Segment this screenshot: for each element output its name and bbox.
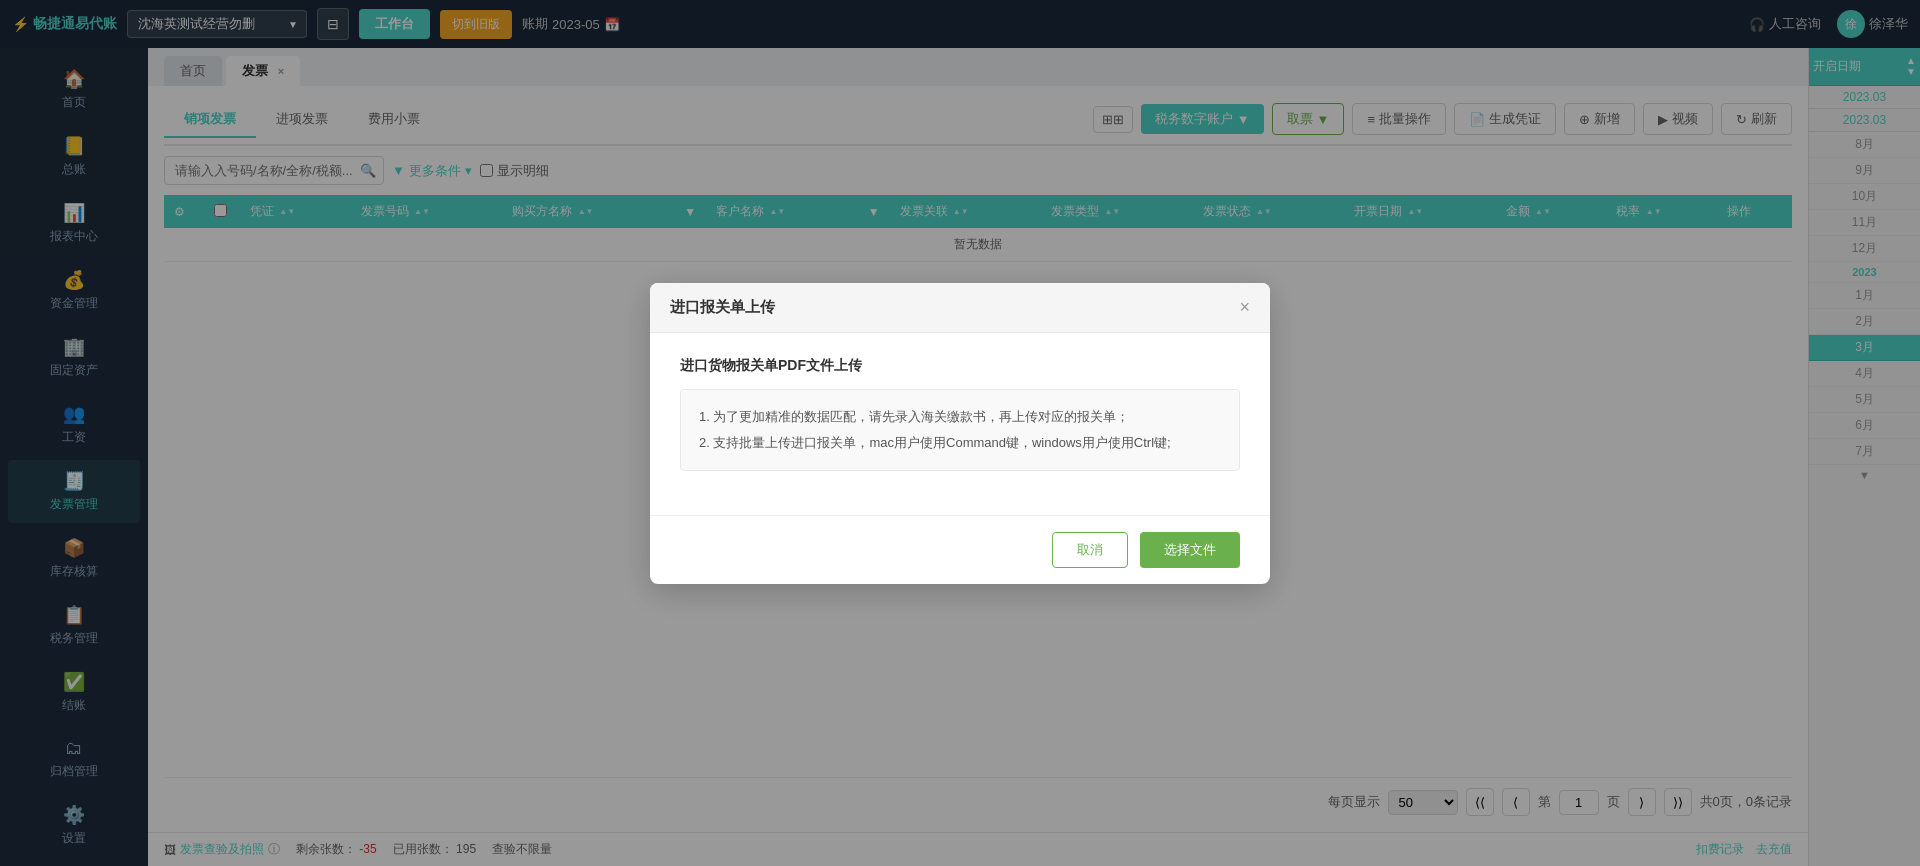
modal-section-title: 进口货物报关单PDF文件上传	[680, 357, 1240, 375]
modal-body: 进口货物报关单PDF文件上传 1. 为了更加精准的数据匹配，请先录入海关缴款书，…	[650, 333, 1270, 515]
modal-header: 进口报关单上传 ×	[650, 283, 1270, 333]
modal-title: 进口报关单上传	[670, 298, 775, 317]
import-customs-modal: 进口报关单上传 × 进口货物报关单PDF文件上传 1. 为了更加精准的数据匹配，…	[650, 283, 1270, 584]
modal-close-button[interactable]: ×	[1239, 297, 1250, 318]
modal-footer: 取消 选择文件	[650, 515, 1270, 584]
modal-select-file-button[interactable]: 选择文件	[1140, 532, 1240, 568]
modal-overlay: 进口报关单上传 × 进口货物报关单PDF文件上传 1. 为了更加精准的数据匹配，…	[0, 0, 1920, 866]
modal-info-box: 1. 为了更加精准的数据匹配，请先录入海关缴款书，再上传对应的报关单； 2. 支…	[680, 389, 1240, 471]
modal-info-item-2: 2. 支持批量上传进口报关单，mac用户使用Command键，windows用户…	[699, 430, 1221, 456]
modal-info-item-1: 1. 为了更加精准的数据匹配，请先录入海关缴款书，再上传对应的报关单；	[699, 404, 1221, 430]
modal-cancel-button[interactable]: 取消	[1052, 532, 1128, 568]
